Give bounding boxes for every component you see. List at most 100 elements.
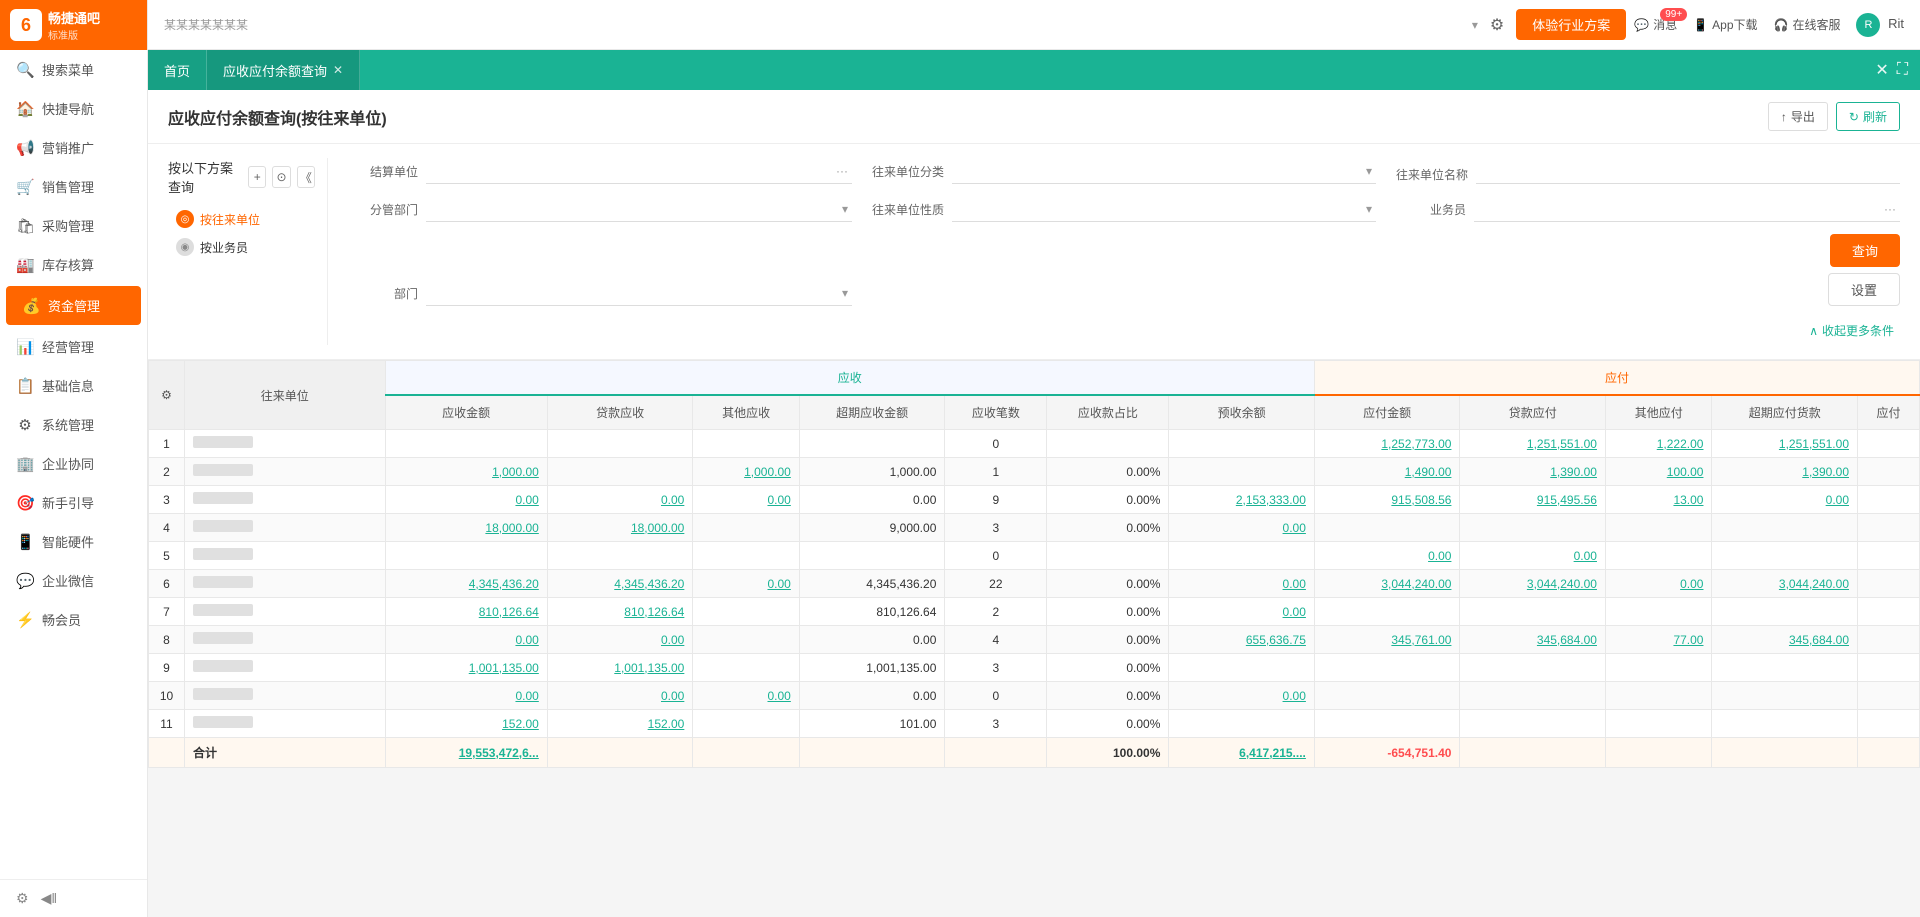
row-loan-ap-3[interactable]: 915,495.56: [1460, 486, 1606, 514]
unit-nature-dropdown[interactable]: ▾: [1366, 202, 1372, 216]
sidebar-item-sales[interactable]: 🛒销售管理: [0, 167, 147, 206]
row-loan-ar-11[interactable]: 152.00: [547, 710, 693, 738]
row-ar-amount-6[interactable]: 4,345,436.20: [385, 570, 547, 598]
row-ap-amount-6[interactable]: 3,044,240.00: [1314, 570, 1460, 598]
row-other-ap-2[interactable]: 100.00: [1605, 458, 1712, 486]
row-other-ar-10[interactable]: 0.00: [693, 682, 800, 710]
row-loan-ap-6[interactable]: 3,044,240.00: [1460, 570, 1606, 598]
scheme-by-unit[interactable]: ◎ 按往来单位: [168, 206, 315, 232]
row-ar-amount-4[interactable]: 18,000.00: [385, 514, 547, 542]
dept-manager-dropdown[interactable]: ▾: [842, 202, 848, 216]
unit-name-input[interactable]: [1476, 165, 1900, 184]
search-settings-btn[interactable]: ⊙: [272, 166, 290, 188]
sidebar-item-operations[interactable]: 📊经营管理: [0, 327, 147, 366]
tab-close-icon[interactable]: ✕: [333, 63, 343, 77]
row-prepay-10[interactable]: 0.00: [1169, 682, 1315, 710]
row-loan-ar-4[interactable]: 18,000.00: [547, 514, 693, 542]
table-row: 8 0.00 0.00 0.00 4 0.00% 655,636.75 345,…: [149, 626, 1920, 654]
search-collapse-btn[interactable]: 《: [297, 166, 315, 188]
row-ap-amount-2[interactable]: 1,490.00: [1314, 458, 1460, 486]
row-loan-ar-9[interactable]: 1,001,135.00: [547, 654, 693, 682]
export-btn[interactable]: ↑ 导出: [1768, 102, 1828, 131]
tab-fullscreen-btn[interactable]: ⛶: [1897, 61, 1908, 79]
row-prepay-7[interactable]: 0.00: [1169, 598, 1315, 626]
settings-btn[interactable]: 设置: [1828, 273, 1900, 306]
row-ap-amount-1[interactable]: 1,252,773.00: [1314, 430, 1460, 458]
row-other-ar-2[interactable]: 1,000.00: [693, 458, 800, 486]
query-btn[interactable]: 查询: [1830, 234, 1900, 267]
tab-home[interactable]: 首页: [148, 50, 207, 90]
sidebar-item-hardware[interactable]: 📱智能硬件: [0, 522, 147, 561]
row-ar-amount-10[interactable]: 0.00: [385, 682, 547, 710]
row-prepay-3[interactable]: 2,153,333.00: [1169, 486, 1315, 514]
row-loan-ap-1[interactable]: 1,251,551.00: [1460, 430, 1606, 458]
sidebar-item-member[interactable]: ⚡畅会员: [0, 600, 147, 639]
refresh-btn[interactable]: ↻ 刷新: [1836, 102, 1900, 131]
sidebar-item-system[interactable]: ⚙系统管理: [0, 405, 147, 444]
scheme-by-staff[interactable]: ◉ 按业务员: [168, 234, 315, 260]
sidebar-item-capital[interactable]: 💰资金管理: [6, 286, 141, 325]
row-loan-ar-6[interactable]: 4,345,436.20: [547, 570, 693, 598]
tab-ar-ap[interactable]: 应收应付余额查询 ✕: [207, 50, 360, 90]
solution-btn[interactable]: 体验行业方案: [1516, 9, 1626, 40]
row-loan-ap-8[interactable]: 345,684.00: [1460, 626, 1606, 654]
row-overdue-ap-2[interactable]: 1,390.00: [1712, 458, 1858, 486]
row-overdue-ap-1[interactable]: 1,251,551.00: [1712, 430, 1858, 458]
row-other-ap-1[interactable]: 1,222.00: [1605, 430, 1712, 458]
table-row: 9 1,001,135.00 1,001,135.00 1,001,135.00…: [149, 654, 1920, 682]
tab-close-btn[interactable]: ✕: [1875, 60, 1888, 80]
search-add-btn[interactable]: +: [248, 166, 266, 188]
row-loan-ar-3[interactable]: 0.00: [547, 486, 693, 514]
breadcrumb-dropdown[interactable]: ▾: [1472, 18, 1478, 32]
row-ap-amount-8[interactable]: 345,761.00: [1314, 626, 1460, 654]
row-ar-amount-7[interactable]: 810,126.64: [385, 598, 547, 626]
row-other-ar-6[interactable]: 0.00: [693, 570, 800, 598]
row-ar-amount-3[interactable]: 0.00: [385, 486, 547, 514]
row-overdue-ap-9: [1712, 654, 1858, 682]
sidebar-collapse-icon[interactable]: ◀‖: [41, 890, 58, 907]
row-other-ar-3[interactable]: 0.00: [693, 486, 800, 514]
row-prepay-6[interactable]: 0.00: [1169, 570, 1315, 598]
app-download-wrap[interactable]: 📱 App下载: [1693, 16, 1757, 33]
row-other-ap-3[interactable]: 13.00: [1605, 486, 1712, 514]
settlement-unit-icon[interactable]: ···: [836, 164, 848, 178]
row-ar-amount-2[interactable]: 1,000.00: [385, 458, 547, 486]
row-loan-ar-7[interactable]: 810,126.64: [547, 598, 693, 626]
settings-icon[interactable]: ⚙: [1490, 15, 1504, 35]
row-prepay-9: [1169, 654, 1315, 682]
row-overdue-ap-8[interactable]: 345,684.00: [1712, 626, 1858, 654]
row-ar-amount-9[interactable]: 1,001,135.00: [385, 654, 547, 682]
row-prepay-8[interactable]: 655,636.75: [1169, 626, 1315, 654]
sidebar-settings-icon[interactable]: ⚙: [16, 890, 29, 907]
sidebar-item-quick-nav[interactable]: 🏠快捷导航: [0, 89, 147, 128]
row-other-ap-8[interactable]: 77.00: [1605, 626, 1712, 654]
notification-wrap[interactable]: 💬 消息 99+: [1634, 16, 1677, 33]
sidebar-item-search-menu[interactable]: 🔍搜索菜单: [0, 50, 147, 89]
sidebar-item-guide[interactable]: 🎯新手引导: [0, 483, 147, 522]
row-loan-ap-2[interactable]: 1,390.00: [1460, 458, 1606, 486]
row-prepay-4[interactable]: 0.00: [1169, 514, 1315, 542]
sidebar-item-inventory[interactable]: 🏭库存核算: [0, 245, 147, 284]
row-ar-amount-8[interactable]: 0.00: [385, 626, 547, 654]
dept-dropdown[interactable]: ▾: [842, 286, 848, 300]
sidebar-item-wechat[interactable]: 💬企业微信: [0, 561, 147, 600]
row-ap-amount-3[interactable]: 915,508.56: [1314, 486, 1460, 514]
row-ap-amount-5[interactable]: 0.00: [1314, 542, 1460, 570]
sidebar-item-purchase[interactable]: 🛍采购管理: [0, 206, 147, 245]
collapse-more[interactable]: ∧ 收起更多条件: [348, 316, 1900, 345]
salesperson-icon[interactable]: ···: [1884, 202, 1896, 216]
row-loan-ar-10[interactable]: 0.00: [547, 682, 693, 710]
sidebar-item-marketing[interactable]: 📢营销推广: [0, 128, 147, 167]
sidebar-item-base-info[interactable]: 📋基础信息: [0, 366, 147, 405]
sidebar-item-corp[interactable]: 🏢企业协同: [0, 444, 147, 483]
th-settings-icon[interactable]: ⚙: [149, 361, 185, 430]
row-loan-ap-5[interactable]: 0.00: [1460, 542, 1606, 570]
row-loan-ar-8[interactable]: 0.00: [547, 626, 693, 654]
row-overdue-ap-3[interactable]: 0.00: [1712, 486, 1858, 514]
unit-category-dropdown[interactable]: ▾: [1366, 164, 1372, 178]
online-service-wrap[interactable]: 🎧 在线客服: [1774, 16, 1841, 33]
row-other-ap-6[interactable]: 0.00: [1605, 570, 1712, 598]
user-info[interactable]: R Rit: [1856, 13, 1904, 37]
row-ar-amount-11[interactable]: 152.00: [385, 710, 547, 738]
row-overdue-ap-6[interactable]: 3,044,240.00: [1712, 570, 1858, 598]
